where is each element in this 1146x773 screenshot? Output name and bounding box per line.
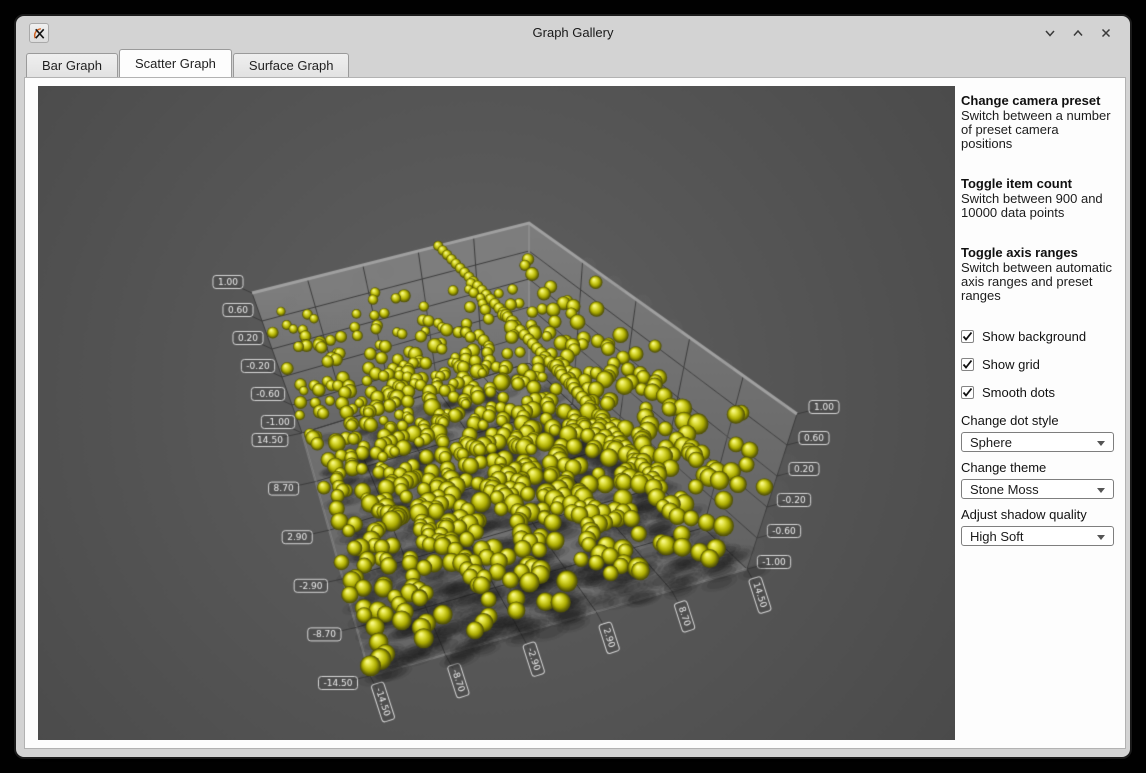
window-title: Graph Gallery [532,25,614,40]
close-button[interactable] [1098,25,1114,41]
maximize-button[interactable] [1070,25,1086,41]
toggle-item-count-button[interactable]: Toggle item count Switch between 900 and… [961,177,1121,220]
close-icon [1101,28,1111,37]
minimize-button[interactable] [1042,25,1058,41]
checkbox-label: Smooth dots [982,385,1055,400]
control-panel: Change camera preset Switch between a nu… [961,94,1121,546]
scatter-3d-view [38,86,955,740]
chevron-up-icon [1073,29,1083,36]
theme-select[interactable]: Stone Moss [961,479,1114,499]
command-description: Switch between automatic axis ranges and… [961,260,1113,303]
dropdown-arrow-icon [1097,488,1105,493]
dot-style-select[interactable]: Sphere [961,432,1114,452]
checkbox-smooth-dots[interactable]: Smooth dots [961,385,1121,400]
scatter-3d-canvas[interactable] [38,86,955,740]
select-value: Sphere [970,434,1012,450]
select-value: High Soft [970,528,1024,544]
dropdown-arrow-icon [1097,441,1105,446]
shadow-quality-select[interactable]: High Soft [961,526,1114,546]
tab-bar: Bar Graph Scatter Graph Surface Graph [16,49,1130,77]
change-camera-preset-button[interactable]: Change camera preset Switch between a nu… [961,94,1121,151]
checkbox-show-background[interactable]: Show background [961,329,1121,344]
command-description: Switch between 900 and 10000 data points [961,191,1103,220]
chevron-down-icon [1045,30,1055,37]
checkbox-box [961,330,974,343]
checkmark-icon [962,387,973,397]
tab-surface-graph[interactable]: Surface Graph [232,53,350,77]
checkbox-label: Show background [982,329,1087,344]
checkbox-show-grid[interactable]: Show grid [961,357,1121,372]
window-controls [1042,16,1114,49]
checkbox-box [961,386,974,399]
app-window: Graph Gallery Bar Graph Scatter Graph Su… [14,14,1132,759]
toggle-axis-ranges-button[interactable]: Toggle axis ranges Switch between automa… [961,246,1121,303]
tab-page-scatter: Change camera preset Switch between a nu… [24,77,1126,749]
checkbox-box [961,358,974,371]
shadow-quality-label: Adjust shadow quality [961,507,1087,522]
command-title: Change camera preset [961,93,1101,108]
theme-label: Change theme [961,460,1047,475]
titlebar: Graph Gallery [16,16,1130,49]
checkmark-icon [962,359,973,369]
select-value: Stone Moss [970,481,1039,497]
tab-bar-graph[interactable]: Bar Graph [26,53,118,77]
command-description: Switch between a number of preset camera… [961,108,1111,151]
command-title: Toggle axis ranges [961,245,1078,260]
checkmark-icon [962,331,973,341]
command-title: Toggle item count [961,176,1072,191]
tab-scatter-graph[interactable]: Scatter Graph [118,49,232,77]
dot-style-label: Change dot style [961,413,1059,428]
dropdown-arrow-icon [1097,535,1105,540]
checkbox-group: Show background Show grid Smooth dots [961,329,1121,400]
checkbox-label: Show grid [982,357,1040,372]
